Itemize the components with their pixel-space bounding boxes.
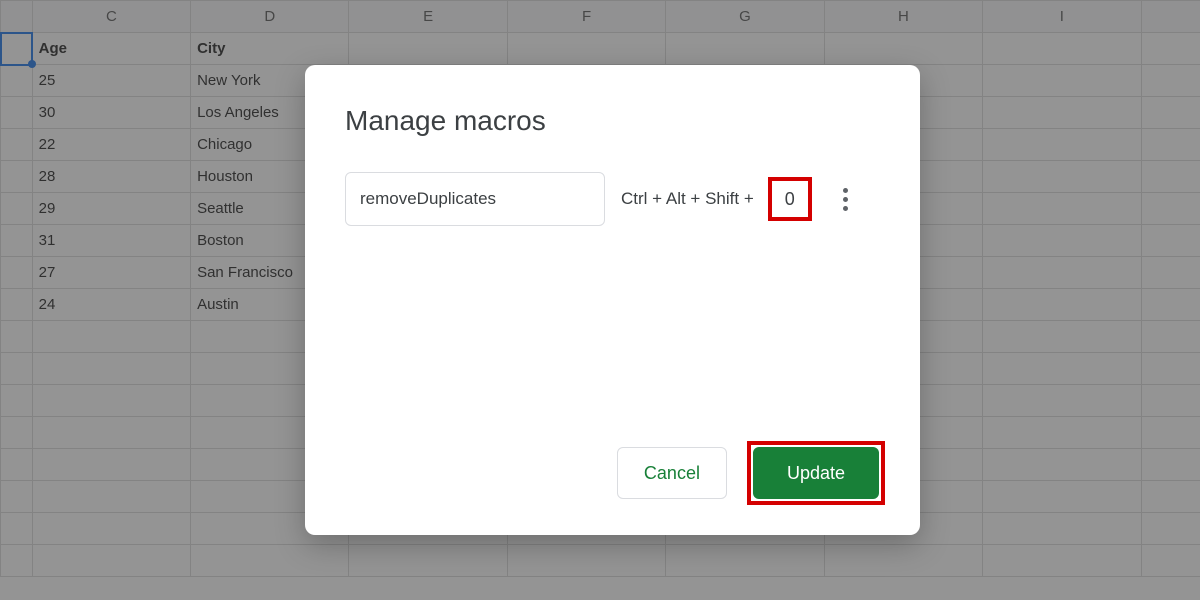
manage-macros-dialog: Manage macros Ctrl + Alt + Shift + 0 Can… (305, 65, 920, 535)
shortcut-key-value: 0 (785, 189, 795, 210)
update-button[interactable]: Update (753, 447, 879, 499)
dialog-title: Manage macros (345, 105, 880, 137)
shortcut-key-input[interactable]: 0 (768, 177, 812, 221)
update-button-highlight: Update (747, 441, 885, 505)
more-options-icon[interactable] (834, 188, 858, 211)
dialog-buttons: Cancel Update (617, 441, 885, 505)
shortcut-prefix-label: Ctrl + Alt + Shift + (621, 189, 754, 209)
macro-name-input[interactable] (345, 172, 605, 226)
cancel-button[interactable]: Cancel (617, 447, 727, 499)
macro-row: Ctrl + Alt + Shift + 0 (345, 172, 880, 226)
